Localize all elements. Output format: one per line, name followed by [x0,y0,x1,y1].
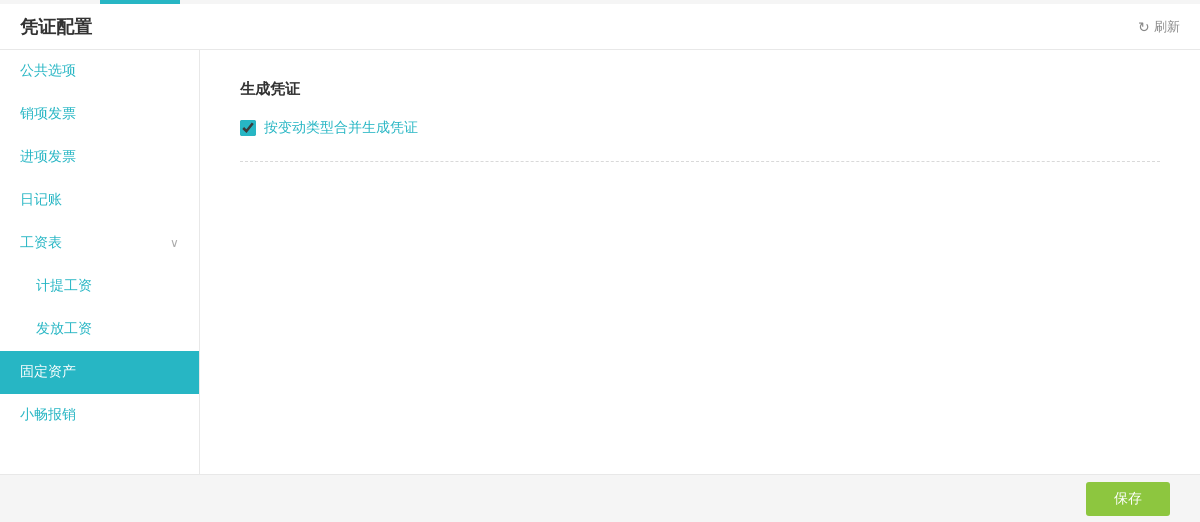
save-button[interactable]: 保存 [1086,482,1170,516]
main-content: 生成凭证 按变动类型合并生成凭证 [200,50,1200,522]
refresh-icon: ↻ [1138,19,1150,35]
sidebar-item-计提工资[interactable]: 计提工资 [0,265,199,308]
sidebar-item-label: 日记账 [20,191,62,209]
sidebar-item-label: 计提工资 [36,277,92,295]
sidebar-item-固定资产[interactable]: 固定资产 [0,351,199,394]
section-divider [240,161,1160,162]
sidebar-item-销项发票[interactable]: 销项发票 [0,93,199,136]
header: 凭证配置 ↻ 刷新 [0,4,1200,50]
sidebar-item-进项发票[interactable]: 进项发票 [0,136,199,179]
checkbox-row: 按变动类型合并生成凭证 [240,119,1160,137]
sidebar-item-工资表[interactable]: 工资表 ∨ [0,222,199,265]
sidebar-item-小畅报销[interactable]: 小畅报销 [0,394,199,437]
sidebar-item-label: 发放工资 [36,320,92,338]
merge-checkbox-label[interactable]: 按变动类型合并生成凭证 [264,119,418,137]
section-title: 生成凭证 [240,80,1160,99]
refresh-label: 刷新 [1154,18,1180,36]
layout: 公共选项销项发票进项发票日记账工资表 ∨ 计提工资发放工资固定资产小畅报销 生成凭证… [0,50,1200,522]
sidebar-item-label: 进项发票 [20,148,76,166]
sidebar-item-label: 公共选项 [20,62,76,80]
sidebar-item-日记账[interactable]: 日记账 [0,179,199,222]
sidebar-item-公共选项[interactable]: 公共选项 [0,50,199,93]
sidebar: 公共选项销项发票进项发票日记账工资表 ∨ 计提工资发放工资固定资产小畅报销 [0,50,200,522]
sidebar-item-label: 工资表 [20,234,62,252]
chevron-down-icon: ∨ [170,236,179,250]
sidebar-item-label: 固定资产 [20,363,76,381]
sidebar-item-发放工资[interactable]: 发放工资 [0,308,199,351]
sidebar-item-label: 销项发票 [20,105,76,123]
merge-checkbox[interactable] [240,120,256,136]
refresh-button[interactable]: ↻ 刷新 [1138,18,1180,36]
sidebar-item-label: 小畅报销 [20,406,76,424]
footer: 保存 [0,474,1200,522]
page-title: 凭证配置 [20,15,92,39]
